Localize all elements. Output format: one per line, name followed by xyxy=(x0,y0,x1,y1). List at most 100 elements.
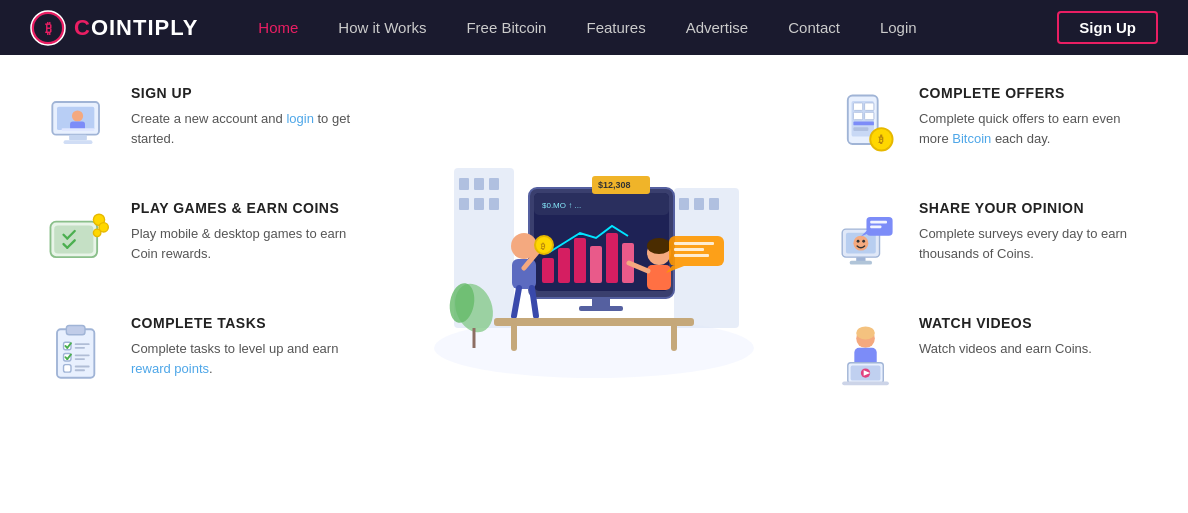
svg-rect-52 xyxy=(606,233,618,283)
svg-rect-44 xyxy=(694,198,704,210)
svg-rect-85 xyxy=(864,102,873,109)
svg-rect-59 xyxy=(579,306,623,311)
nav-advertise[interactable]: Advertise xyxy=(666,0,769,55)
signup-button[interactable]: Sign Up xyxy=(1057,11,1158,44)
svg-rect-38 xyxy=(489,178,499,190)
right-column: ₿ COMPLETE OFFERS Complete quick offers … xyxy=(828,85,1148,390)
svg-rect-37 xyxy=(474,178,484,190)
complete-offers-icon: ₿ xyxy=(828,85,903,160)
complete-offers-text: COMPLETE OFFERS Complete quick offers to… xyxy=(919,85,1148,148)
svg-line-66 xyxy=(532,288,536,316)
feature-watch-videos: WATCH VIDEOS Watch videos and earn Coins… xyxy=(828,315,1148,390)
illustration-svg: $0.MO ↑ ... $12,308 ₿ xyxy=(424,88,764,388)
complete-offers-title: COMPLETE OFFERS xyxy=(919,85,1148,101)
svg-rect-5 xyxy=(69,134,87,140)
svg-point-104 xyxy=(856,326,875,339)
watch-videos-title: WATCH VIDEOS xyxy=(919,315,1092,331)
feature-sign-up: SIGN UP Create a new account and login t… xyxy=(40,85,360,160)
watch-videos-icon xyxy=(828,315,903,390)
svg-text:₿: ₿ xyxy=(877,134,883,145)
feature-share-opinion: SHARE YOUR OPINION Complete surveys ever… xyxy=(828,200,1148,275)
reward-points-link[interactable]: reward points xyxy=(131,361,209,376)
svg-rect-89 xyxy=(853,127,868,131)
svg-rect-100 xyxy=(870,225,881,228)
logo-icon: ₿ xyxy=(30,10,66,46)
nav-free-bitcoin[interactable]: Free Bitcoin xyxy=(446,0,566,55)
nav-login[interactable]: Login xyxy=(860,0,937,55)
svg-rect-84 xyxy=(853,102,862,109)
share-opinion-icon xyxy=(828,200,903,275)
svg-rect-25 xyxy=(74,346,84,348)
svg-rect-50 xyxy=(574,238,586,283)
share-opinion-text: SHARE YOUR OPINION Complete surveys ever… xyxy=(919,200,1148,263)
svg-rect-88 xyxy=(853,121,874,125)
sign-up-icon xyxy=(40,85,115,160)
play-games-title: PLAY GAMES & EARN COINS xyxy=(131,200,360,216)
svg-text:$0.MO ↑ ...: $0.MO ↑ ... xyxy=(542,201,581,210)
play-games-icon xyxy=(40,200,115,275)
svg-rect-51 xyxy=(590,246,602,283)
complete-tasks-description: Complete tasks to level up and earn rewa… xyxy=(131,339,360,378)
main-content: SIGN UP Create a new account and login t… xyxy=(0,55,1188,420)
complete-tasks-icon xyxy=(40,315,115,390)
svg-rect-87 xyxy=(864,112,873,119)
play-games-text: PLAY GAMES & EARN COINS Play mobile & de… xyxy=(131,200,360,263)
svg-rect-75 xyxy=(674,254,709,257)
logo[interactable]: ₿ COINTIPLY xyxy=(30,10,198,46)
nav-links: Home How it Works Free Bitcoin Features … xyxy=(238,0,1158,55)
svg-rect-69 xyxy=(647,265,671,290)
svg-rect-45 xyxy=(709,198,719,210)
sign-up-description: Create a new account and login to get st… xyxy=(131,109,360,148)
svg-rect-40 xyxy=(474,198,484,210)
svg-rect-76 xyxy=(494,318,694,326)
svg-rect-6 xyxy=(63,140,92,144)
svg-text:$12,308: $12,308 xyxy=(598,180,631,190)
svg-rect-31 xyxy=(63,364,70,371)
svg-line-65 xyxy=(514,288,519,316)
svg-point-96 xyxy=(862,239,865,242)
svg-point-7 xyxy=(71,110,82,121)
svg-rect-30 xyxy=(74,358,84,360)
svg-rect-29 xyxy=(74,354,89,356)
sign-up-text: SIGN UP Create a new account and login t… xyxy=(131,85,360,148)
svg-point-95 xyxy=(856,239,859,242)
nav-home[interactable]: Home xyxy=(238,0,318,55)
svg-rect-61 xyxy=(512,259,536,289)
svg-rect-99 xyxy=(870,220,887,223)
svg-rect-39 xyxy=(459,198,469,210)
svg-rect-41 xyxy=(489,198,499,210)
feature-play-games: PLAY GAMES & EARN COINS Play mobile & de… xyxy=(40,200,360,275)
svg-point-68 xyxy=(647,238,671,254)
svg-rect-108 xyxy=(842,381,889,385)
svg-rect-86 xyxy=(853,112,862,119)
logo-text: COINTIPLY xyxy=(74,15,198,41)
svg-rect-49 xyxy=(558,248,570,283)
nav-features[interactable]: Features xyxy=(566,0,665,55)
svg-rect-102 xyxy=(849,260,871,264)
sign-up-title: SIGN UP xyxy=(131,85,360,101)
svg-rect-24 xyxy=(74,343,89,345)
svg-text:₿: ₿ xyxy=(45,20,52,36)
svg-rect-11 xyxy=(54,225,93,253)
svg-rect-32 xyxy=(74,365,89,367)
nav-contact[interactable]: Contact xyxy=(768,0,860,55)
svg-point-14 xyxy=(93,229,100,236)
bitcoin-link[interactable]: Bitcoin xyxy=(952,131,991,146)
share-opinion-description: Complete surveys every day to earn thous… xyxy=(919,224,1148,263)
nav-how-it-works[interactable]: How it Works xyxy=(318,0,446,55)
svg-rect-9 xyxy=(61,128,94,131)
complete-tasks-text: COMPLETE TASKS Complete tasks to level u… xyxy=(131,315,360,378)
complete-offers-description: Complete quick offers to earn even more … xyxy=(919,109,1148,148)
left-column: SIGN UP Create a new account and login t… xyxy=(40,85,360,390)
complete-tasks-title: COMPLETE TASKS xyxy=(131,315,360,331)
watch-videos-description: Watch videos and earn Coins. xyxy=(919,339,1092,359)
svg-rect-43 xyxy=(679,198,689,210)
play-games-description: Play mobile & desktop games to earn Coin… xyxy=(131,224,360,263)
svg-rect-33 xyxy=(74,369,84,371)
login-link[interactable]: login xyxy=(286,111,313,126)
svg-rect-36 xyxy=(459,178,469,190)
svg-rect-20 xyxy=(66,325,85,334)
navigation: ₿ COINTIPLY Home How it Works Free Bitco… xyxy=(0,0,1188,55)
feature-complete-offers: ₿ COMPLETE OFFERS Complete quick offers … xyxy=(828,85,1148,160)
share-opinion-title: SHARE YOUR OPINION xyxy=(919,200,1148,216)
